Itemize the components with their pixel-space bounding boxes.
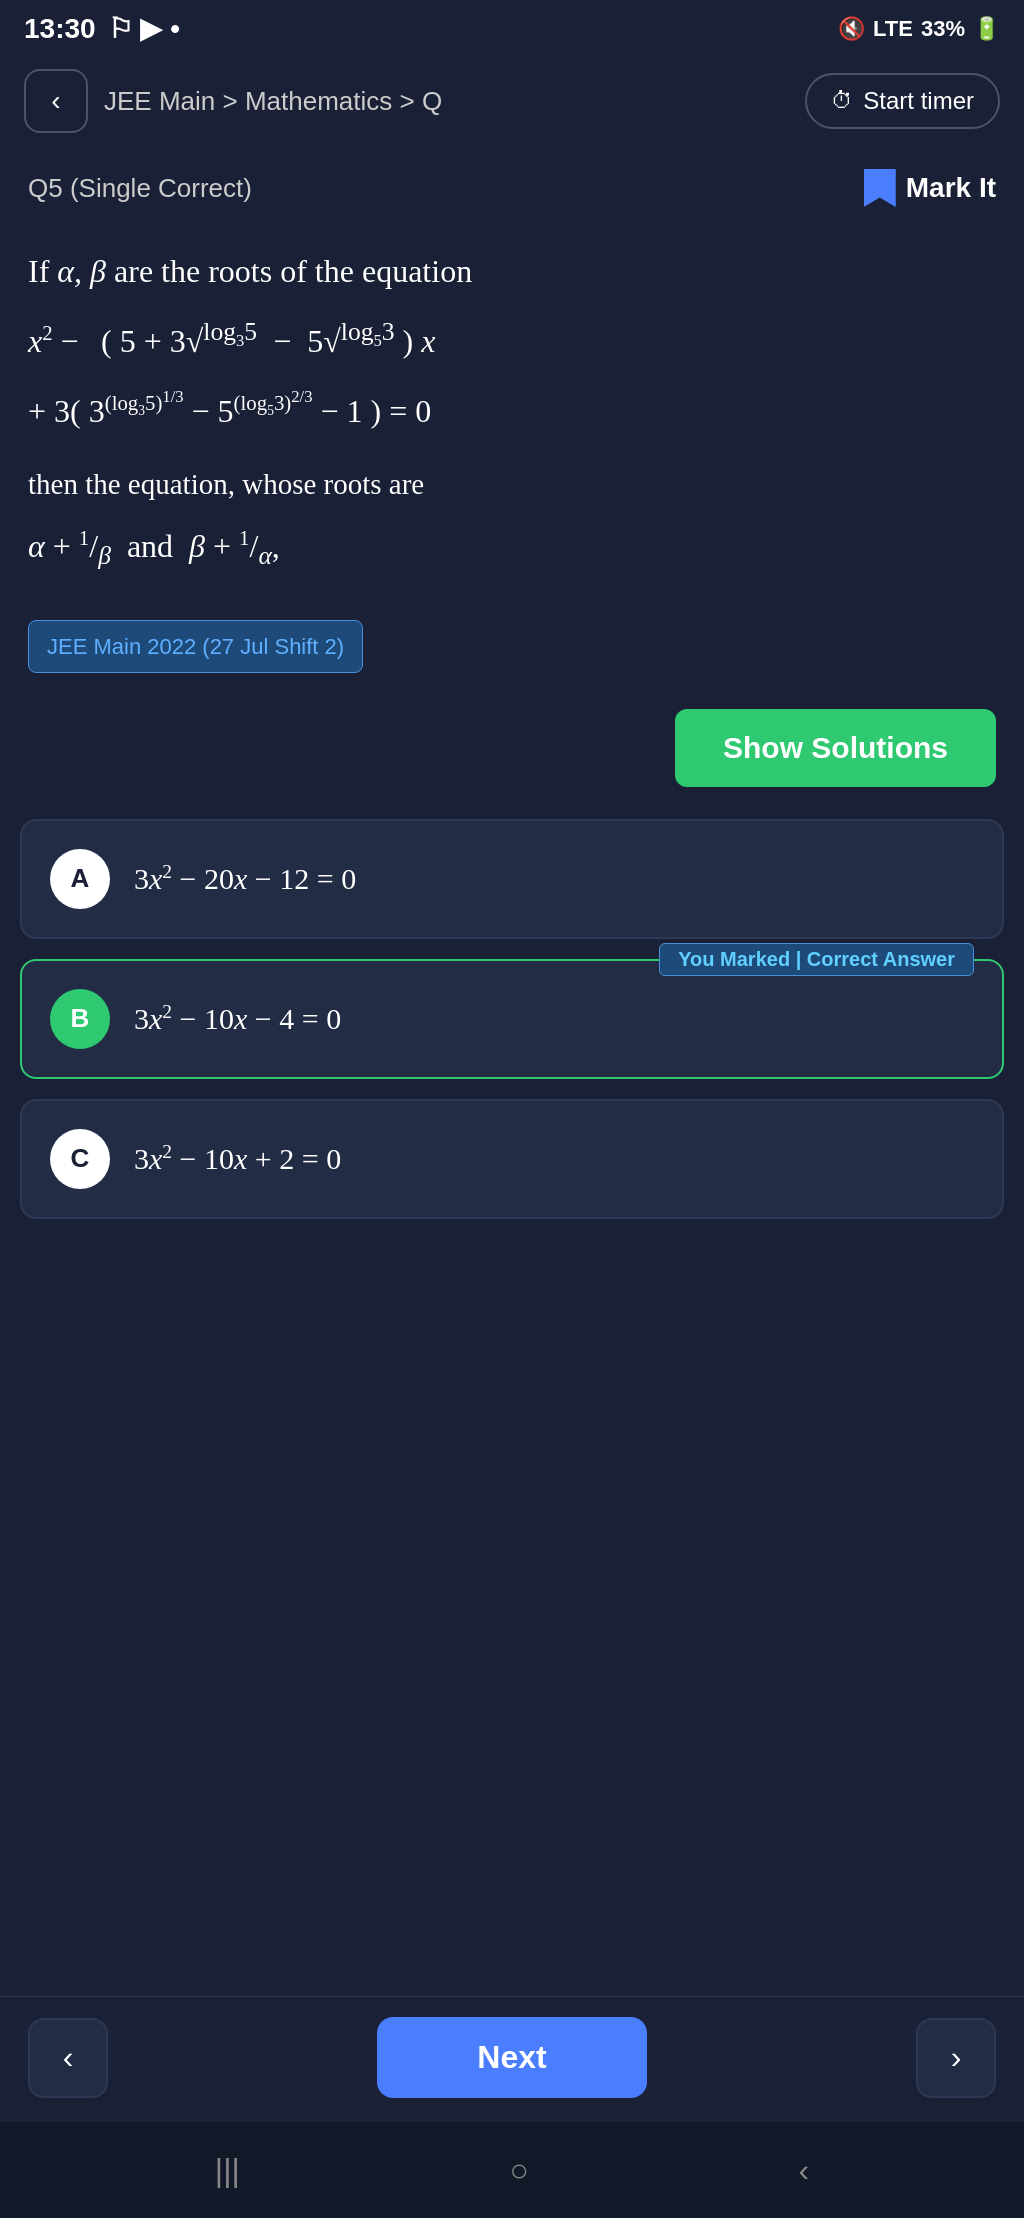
android-back-button[interactable]: ‹ (798, 2152, 809, 2189)
option-a-text: 3x2 − 20x − 12 = 0 (134, 861, 356, 896)
status-left: 13:30 ⚐ ▶ • (24, 12, 180, 45)
next-button[interactable]: Next (377, 2017, 646, 2098)
android-nav-bar: ||| ○ ‹ (0, 2122, 1024, 2218)
solutions-row: Show Solutions (0, 693, 1024, 811)
question-text: If α, β are the roots of the equation x2… (28, 243, 996, 580)
battery-label: 33% (921, 16, 965, 42)
android-home-icon: ○ (509, 2152, 528, 2189)
network-label: LTE (873, 16, 913, 42)
question-content: If α, β are the roots of the equation x2… (0, 231, 1024, 693)
prev-icon: ‹ (63, 2039, 74, 2076)
android-menu-button[interactable]: ||| (215, 2152, 240, 2189)
bottom-nav: ‹ Next › (0, 1996, 1024, 2118)
option-b-letter: B (50, 989, 110, 1049)
timer-label: Start timer (863, 87, 974, 115)
android-back-icon: ‹ (798, 2152, 809, 2189)
next-arrow-button[interactable]: › (916, 2018, 996, 2098)
option-a[interactable]: A 3x2 − 20x − 12 = 0 (20, 819, 1004, 939)
status-right: 🔇 LTE 33% 🔋 (838, 16, 1000, 42)
next-label: Next (477, 2039, 546, 2075)
status-icons: ⚐ ▶ • (108, 12, 180, 45)
battery-icon: 🔋 (973, 16, 1000, 42)
options-container: A 3x2 − 20x − 12 = 0 You Marked | Correc… (0, 811, 1024, 1227)
correct-badge: You Marked | Correct Answer (659, 943, 974, 976)
back-icon: ‹ (51, 85, 60, 117)
header-nav: ‹ JEE Main > Mathematics > Q ⏱ Start tim… (0, 53, 1024, 149)
back-button[interactable]: ‹ (24, 69, 88, 133)
question-label: Q5 (Single Correct) (28, 173, 252, 204)
option-b[interactable]: You Marked | Correct Answer B 3x2 − 10x … (20, 959, 1004, 1079)
next-arrow-icon: › (951, 2039, 962, 2076)
option-b-text: 3x2 − 10x − 4 = 0 (134, 1001, 341, 1036)
status-bar: 13:30 ⚐ ▶ • 🔇 LTE 33% 🔋 (0, 0, 1024, 53)
show-solutions-button[interactable]: Show Solutions (675, 709, 996, 787)
option-a-letter: A (50, 849, 110, 909)
option-c[interactable]: C 3x2 − 10x + 2 = 0 (20, 1099, 1004, 1219)
mark-it-label: Mark It (906, 172, 996, 204)
timer-icon: ⏱ (831, 88, 853, 114)
bookmark-icon (864, 169, 896, 207)
question-header: Q5 (Single Correct) Mark It (0, 157, 1024, 219)
android-home-button[interactable]: ○ (509, 2152, 528, 2189)
android-menu-icon: ||| (215, 2152, 240, 2189)
signal-icon: 🔇 (838, 16, 865, 42)
status-time: 13:30 (24, 13, 96, 45)
breadcrumb: JEE Main > Mathematics > Q (104, 86, 789, 117)
source-tag: JEE Main 2022 (27 Jul Shift 2) (28, 620, 363, 673)
show-solutions-label: Show Solutions (723, 731, 948, 764)
start-timer-button[interactable]: ⏱ Start timer (805, 73, 1000, 129)
option-c-letter: C (50, 1129, 110, 1189)
option-c-text: 3x2 − 10x + 2 = 0 (134, 1141, 341, 1176)
prev-button[interactable]: ‹ (28, 2018, 108, 2098)
mark-it-button[interactable]: Mark It (864, 169, 996, 207)
